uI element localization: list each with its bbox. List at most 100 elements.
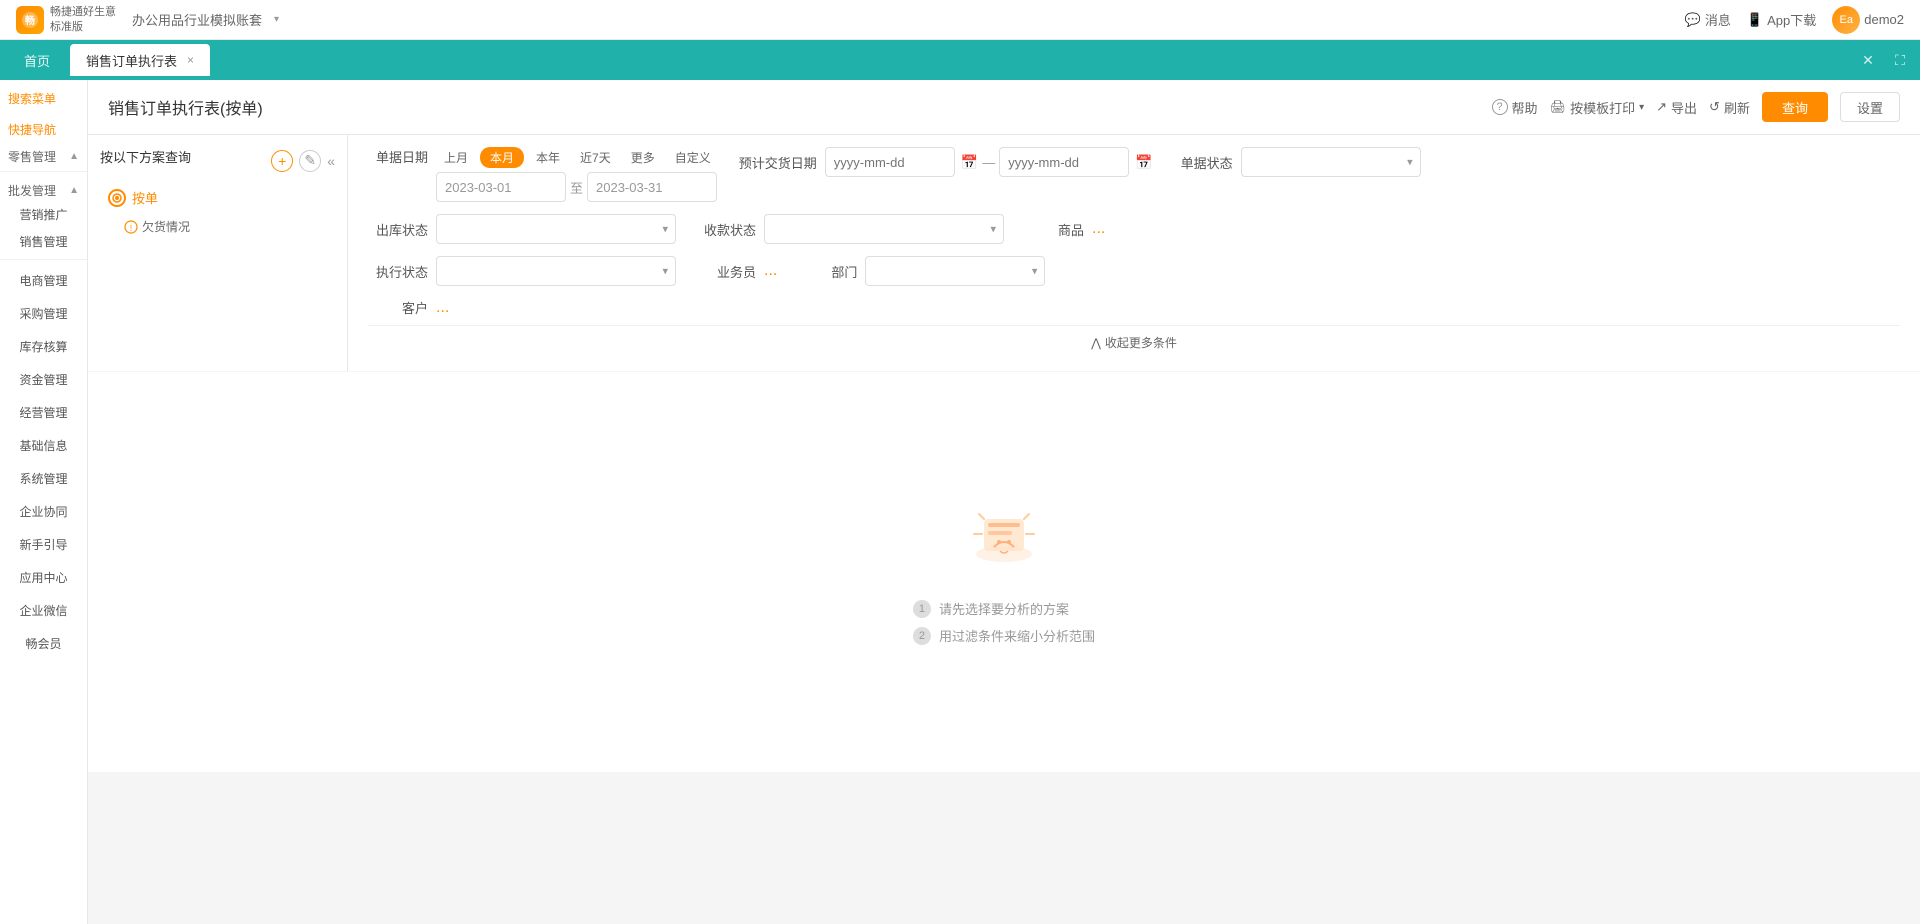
outbound-status-filter: 出库状态 [368, 214, 676, 244]
date-tab-this-year[interactable]: 本年 [528, 147, 568, 168]
edit-scheme-button[interactable]: ✎ [299, 150, 321, 172]
sidebar-item-operation[interactable]: 经营管理 [0, 396, 87, 429]
sidebar-item-wholesale[interactable]: 批发管理 ▲ [0, 176, 87, 201]
salesperson-picker-button[interactable]: ... [764, 262, 777, 280]
salesperson-filter: 业务员 ... [696, 262, 777, 281]
collapse-scheme-panel-button[interactable]: « [327, 153, 335, 169]
tip-num-2: 2 [913, 627, 931, 645]
retail-arrow-icon: ▲ [69, 151, 79, 162]
product-label: 商品 [1024, 220, 1084, 239]
app-title: 办公用品行业模拟账套 [132, 10, 262, 29]
execution-status-label: 执行状态 [368, 262, 428, 281]
date-label: 单据日期 [368, 147, 428, 166]
execution-status-select[interactable] [436, 256, 676, 286]
estimated-delivery-label: 预计交货日期 [739, 153, 817, 172]
estimated-delivery-filter: 预计交货日期 📅 — 📅 [739, 147, 1153, 177]
search-button[interactable]: 查询 [1762, 92, 1828, 122]
sidebar-item-finance[interactable]: 资金管理 [0, 363, 87, 396]
payment-status-select[interactable] [764, 214, 1004, 244]
export-button[interactable]: ↗ 导出 [1656, 98, 1697, 117]
date-tab-more[interactable]: 更多 [623, 147, 663, 168]
order-status-select[interactable] [1241, 147, 1421, 177]
collapse-more-button[interactable]: ⋀ 收起更多条件 [368, 325, 1900, 359]
message-button[interactable]: 💬 消息 [1685, 10, 1731, 29]
customer-filter: 客户 ... [368, 298, 449, 317]
sidebar-search[interactable]: 搜索菜单 [0, 80, 87, 111]
content-area: 销售订单执行表(按单) ? 帮助 🖨 按模板打印 ▾ ↗ 导出 ↺ 刷新 [88, 80, 1920, 924]
filter-row3: 执行状态 业务员 ... 部门 [368, 256, 1900, 286]
main-layout: 搜索菜单 快捷导航 零售管理 ▲ 批发管理 ▲ 营销推广 销售管理 电商管理 采… [0, 80, 1920, 924]
sidebar-item-sales[interactable]: 销售管理 [0, 228, 87, 255]
order-status-label: 单据状态 [1173, 153, 1233, 172]
sidebar-item-inventory[interactable]: 库存核算 [0, 330, 87, 363]
product-picker-button[interactable]: ... [1092, 220, 1105, 238]
date-tab-custom[interactable]: 自定义 [667, 147, 719, 168]
date-range: 至 [436, 172, 719, 202]
department-select[interactable] [865, 256, 1045, 286]
empty-state: 1 请先选择要分析的方案 2 用过滤条件来缩小分析范围 [88, 372, 1920, 772]
avatar: Ea [1832, 6, 1860, 34]
date-tab-this-month[interactable]: 本月 [480, 147, 524, 168]
filter-row2: 出库状态 收款状态 [368, 214, 1900, 244]
app-download-button[interactable]: 📱 App下载 [1747, 10, 1816, 29]
estimated-delivery-start-input[interactable] [825, 147, 955, 177]
scheme-item-按单[interactable]: 按单 [100, 182, 335, 213]
payment-status-select-wrap [764, 214, 1004, 244]
outbound-status-select-wrap [436, 214, 676, 244]
date-start-input[interactable] [436, 172, 566, 202]
help-button[interactable]: ? 帮助 [1492, 98, 1538, 117]
help-icon: ? [1492, 99, 1508, 115]
user-area[interactable]: Ea demo2 [1832, 6, 1904, 34]
app-title-arrow-icon[interactable]: ▾ [274, 14, 279, 25]
date-tab-last-month[interactable]: 上月 [436, 147, 476, 168]
sidebar-item-purchase[interactable]: 采购管理 [0, 297, 87, 330]
customer-picker-button[interactable]: ... [436, 299, 449, 317]
logo-icon: 畅 [16, 6, 44, 34]
sidebar-item-ecommerce[interactable]: 电商管理 [0, 264, 87, 297]
sidebar-item-corp-wechat[interactable]: 企业微信 [0, 594, 87, 627]
date-tab-last-7[interactable]: 近7天 [572, 147, 619, 168]
sidebar: 搜索菜单 快捷导航 零售管理 ▲ 批发管理 ▲ 营销推广 销售管理 电商管理 采… [0, 80, 88, 924]
payment-status-label: 收款状态 [696, 220, 756, 239]
logo-area: 畅 畅捷通好生意 标准版 [16, 5, 116, 34]
message-icon: 💬 [1685, 12, 1701, 28]
sidebar-item-newbie[interactable]: 新手引导 [0, 528, 87, 561]
department-select-wrap [865, 256, 1045, 286]
calendar-icon-end[interactable]: 📅 [1135, 154, 1152, 171]
sidebar-item-basic[interactable]: 基础信息 [0, 429, 87, 462]
top-bar-right: 💬 消息 📱 App下载 Ea demo2 [1685, 6, 1904, 34]
window-close-button[interactable]: ✕ [1856, 48, 1880, 72]
filter-right: 单据日期 上月 本月 本年 近7天 更多 自定义 [348, 135, 1920, 371]
svg-text:!: ! [130, 224, 132, 233]
page-header-actions: ? 帮助 🖨 按模板打印 ▾ ↗ 导出 ↺ 刷新 查询 设置 [1492, 92, 1900, 122]
window-maximize-button[interactable]: ⛶ [1888, 48, 1912, 72]
add-scheme-button[interactable]: + [271, 150, 293, 172]
filter-panel: 按以下方案查询 + ✎ « 按单 ! 欠货情况 [88, 135, 1920, 371]
tab-sales-order[interactable]: 销售订单执行表 × [70, 44, 210, 76]
execution-status-select-wrap [436, 256, 676, 286]
empty-tip-1: 1 请先选择要分析的方案 [913, 599, 1095, 618]
template-print-button[interactable]: 🖨 按模板打印 ▾ [1550, 98, 1645, 117]
department-filter: 部门 [797, 256, 1045, 286]
tab-bar-right: ✕ ⛶ [1856, 48, 1912, 72]
empty-tips: 1 请先选择要分析的方案 2 用过滤条件来缩小分析范围 [913, 599, 1095, 645]
sidebar-item-vip[interactable]: 畅会员 [0, 627, 87, 660]
settings-button[interactable]: 设置 [1840, 92, 1900, 122]
sidebar-item-retail[interactable]: 零售管理 ▲ [0, 142, 87, 167]
app-download-icon: 📱 [1747, 12, 1763, 28]
sidebar-quick-nav[interactable]: 快捷导航 [0, 111, 87, 142]
outbound-status-select[interactable] [436, 214, 676, 244]
sidebar-item-enterprise[interactable]: 企业协同 [0, 495, 87, 528]
date-separator: 至 [570, 178, 583, 197]
sidebar-item-app-center[interactable]: 应用中心 [0, 561, 87, 594]
date-end-input[interactable] [587, 172, 717, 202]
sidebar-group-wholesale: 批发管理 ▲ 营销推广 销售管理 [0, 176, 87, 260]
sub-scheme-欠货情况[interactable]: ! 欠货情况 [100, 213, 335, 240]
tab-close-icon[interactable]: × [187, 53, 194, 67]
calendar-icon-start[interactable]: 📅 [961, 154, 978, 171]
refresh-button[interactable]: ↺ 刷新 [1709, 98, 1750, 117]
tab-home[interactable]: 首页 [8, 44, 66, 76]
sidebar-item-system[interactable]: 系统管理 [0, 462, 87, 495]
estimated-delivery-end-input[interactable] [999, 147, 1129, 177]
sidebar-item-marketing[interactable]: 营销推广 [0, 201, 87, 228]
